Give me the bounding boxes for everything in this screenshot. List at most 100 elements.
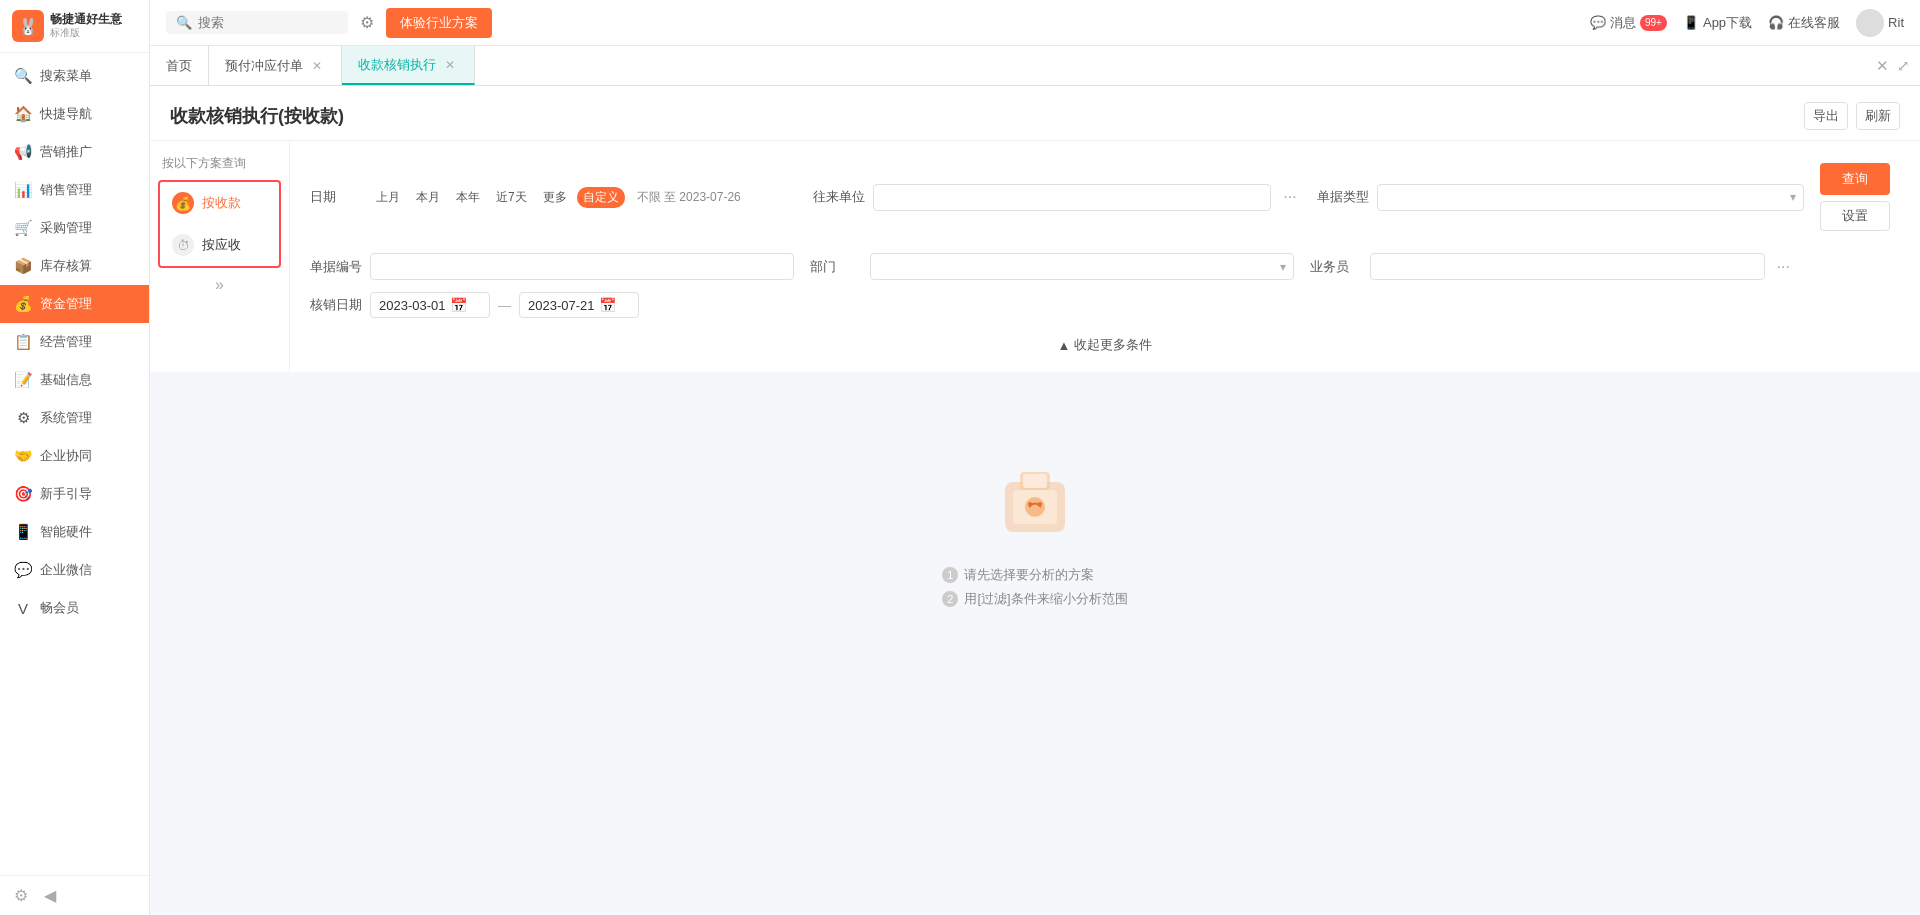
counterpart-dots[interactable]: ··· [1279,188,1300,206]
sidebar-item-search[interactable]: 🔍 搜索菜单 [0,57,149,95]
doc-type-select[interactable] [1377,184,1804,211]
verify-date-from[interactable]: 2023-03-01 📅 [370,292,490,318]
tab-receipts-close[interactable]: ✕ [442,57,458,73]
industry-btn[interactable]: 体验行业方案 [386,8,492,38]
date-custom[interactable]: 自定义 [577,187,625,208]
logo-icon: 🐰 [12,10,44,42]
date-last7[interactable]: 近7天 [490,187,533,208]
sidebar-item-label: 营销推广 [40,143,92,161]
app-download-btn[interactable]: 📱 App下载 [1683,14,1752,32]
date-range-display: 不限 至 2023-07-26 [637,189,741,206]
sidebar-item-system[interactable]: ⚙ 系统管理 [0,399,149,437]
verify-date-to[interactable]: 2023-07-21 📅 [519,292,639,318]
sidebar-item-marketing[interactable]: 📢 营销推广 [0,133,149,171]
sidebar-item-enterprise[interactable]: 🤝 企业协同 [0,437,149,475]
refresh-btn[interactable]: 刷新 [1856,102,1900,130]
sidebar-item-quick-nav[interactable]: 🏠 快捷导航 [0,95,149,133]
marketing-icon: 📢 [14,143,32,161]
user-avatar [1856,9,1884,37]
filter-options-box: 💰 按收款 ⏱ 按应收 [158,180,281,268]
collapse-conditions-btn[interactable]: ▲ 收起更多条件 [310,330,1900,360]
customer-service-btn[interactable]: 🎧 在线客服 [1768,14,1840,32]
salesperson-dots[interactable]: ··· [1773,258,1794,276]
verify-date-label: 核销日期 [310,296,362,314]
sidebar-item-inventory[interactable]: 📦 库存核算 [0,247,149,285]
sidebar-item-wechat[interactable]: 💬 企业微信 [0,551,149,589]
verify-date-field: 核销日期 2023-03-01 📅 — 2023-07-21 📅 [310,292,1900,318]
doc-number-input[interactable] [370,253,794,280]
svg-point-4 [1038,502,1042,506]
filter-row-2: 单据编号 部门 ▾ 业务员 [310,253,1900,280]
calendar-to-icon: 📅 [599,297,616,313]
calendar-from-icon: 📅 [450,297,467,313]
sidebar-item-sales[interactable]: 📊 销售管理 [0,171,149,209]
collapse-sidebar-icon[interactable]: ◀ [44,886,56,905]
filter-by-receivable[interactable]: ⏱ 按应收 [160,224,279,266]
search-input[interactable] [198,15,338,30]
tab-receipts[interactable]: 收款核销执行 ✕ [342,46,475,85]
empty-tip-1: 1 请先选择要分析的方案 [942,566,1127,584]
export-btn[interactable]: 导出 [1804,102,1848,130]
tab-prepay[interactable]: 预付冲应付单 ✕ [209,46,342,85]
sidebar-item-label: 快捷导航 [40,105,92,123]
page-header: 收款核销执行(按收款) 导出 刷新 [150,86,1920,141]
salesperson-input[interactable] [1370,253,1765,280]
query-btn[interactable]: 查询 [1820,163,1890,195]
sidebar-item-business[interactable]: 📋 经营管理 [0,323,149,361]
counterpart-input[interactable] [873,184,1271,211]
tab-prepay-close[interactable]: ✕ [309,58,325,74]
sales-icon: 📊 [14,181,32,199]
sidebar-bottom: ⚙ ◀ [0,875,149,915]
doc-number-label: 单据编号 [310,258,362,276]
sidebar-item-guide[interactable]: 🎯 新手引导 [0,475,149,513]
sidebar-item-finance[interactable]: 💰 资金管理 [0,285,149,323]
search-box[interactable]: 🔍 [166,11,348,34]
service-icon: 🎧 [1768,15,1784,30]
sidebar-item-member[interactable]: V 畅会员 [0,589,149,627]
settings-icon[interactable]: ⚙ [14,886,28,905]
message-btn[interactable]: 💬 消息 99+ [1590,14,1667,32]
sidebar-item-label: 企业协同 [40,447,92,465]
counterpart-label: 往来单位 [813,188,865,206]
filter-by-receipt[interactable]: 💰 按收款 [160,182,279,224]
tab-home[interactable]: 首页 [150,46,209,85]
counterpart-field: 往来单位 ··· [813,184,1300,211]
settings-btn[interactable]: 设置 [1820,201,1890,231]
sidebar-nav: 🔍 搜索菜单 🏠 快捷导航 📢 营销推广 📊 销售管理 🛒 采购管理 📦 库存核… [0,53,149,875]
date-this-month[interactable]: 本月 [410,187,446,208]
expand-tab-icon[interactable]: ⤢ [1897,57,1910,75]
smart-hw-icon: 📱 [14,523,32,541]
date-more[interactable]: 更多 [537,187,573,208]
empty-tip-2: 2 用[过滤]条件来缩小分析范围 [942,590,1127,608]
date-this-year[interactable]: 本年 [450,187,486,208]
sidebar-item-label: 企业微信 [40,561,92,579]
empty-illustration [985,452,1085,552]
close-tab-icon[interactable]: ✕ [1876,57,1889,75]
purchase-icon: 🛒 [14,219,32,237]
logo-subtitle: 标准版 [50,26,122,40]
department-select[interactable] [870,253,1294,280]
date-prev-month[interactable]: 上月 [370,187,406,208]
finance-icon: 💰 [14,295,32,313]
guide-icon: 🎯 [14,485,32,503]
user-area[interactable]: Rit [1856,9,1904,37]
app-icon: 📱 [1683,15,1699,30]
user-name: Rit [1888,15,1904,30]
sidebar-item-basic-info[interactable]: 📝 基础信息 [0,361,149,399]
sidebar-item-label: 畅会员 [40,599,79,617]
system-icon: ⚙ [14,409,32,427]
sidebar-item-label: 经营管理 [40,333,92,351]
inventory-icon: 📦 [14,257,32,275]
salesperson-label: 业务员 [1310,258,1362,276]
tabbar: 首页 预付冲应付单 ✕ 收款核销执行 ✕ ✕ ⤢ [150,46,1920,86]
sidebar-item-label: 系统管理 [40,409,92,427]
sidebar-item-purchase[interactable]: 🛒 采购管理 [0,209,149,247]
member-icon: V [14,600,32,617]
filter-sidebar: 按以下方案查询 💰 按收款 ⏱ 按应收 » [150,141,290,372]
svg-point-3 [1028,502,1032,506]
filter-collapse-btn[interactable]: » [150,268,289,302]
page-title: 收款核销执行(按收款) [170,104,344,128]
wechat-icon: 💬 [14,561,32,579]
sidebar-item-smart-hw[interactable]: 📱 智能硬件 [0,513,149,551]
gear-icon[interactable]: ⚙ [360,13,374,32]
